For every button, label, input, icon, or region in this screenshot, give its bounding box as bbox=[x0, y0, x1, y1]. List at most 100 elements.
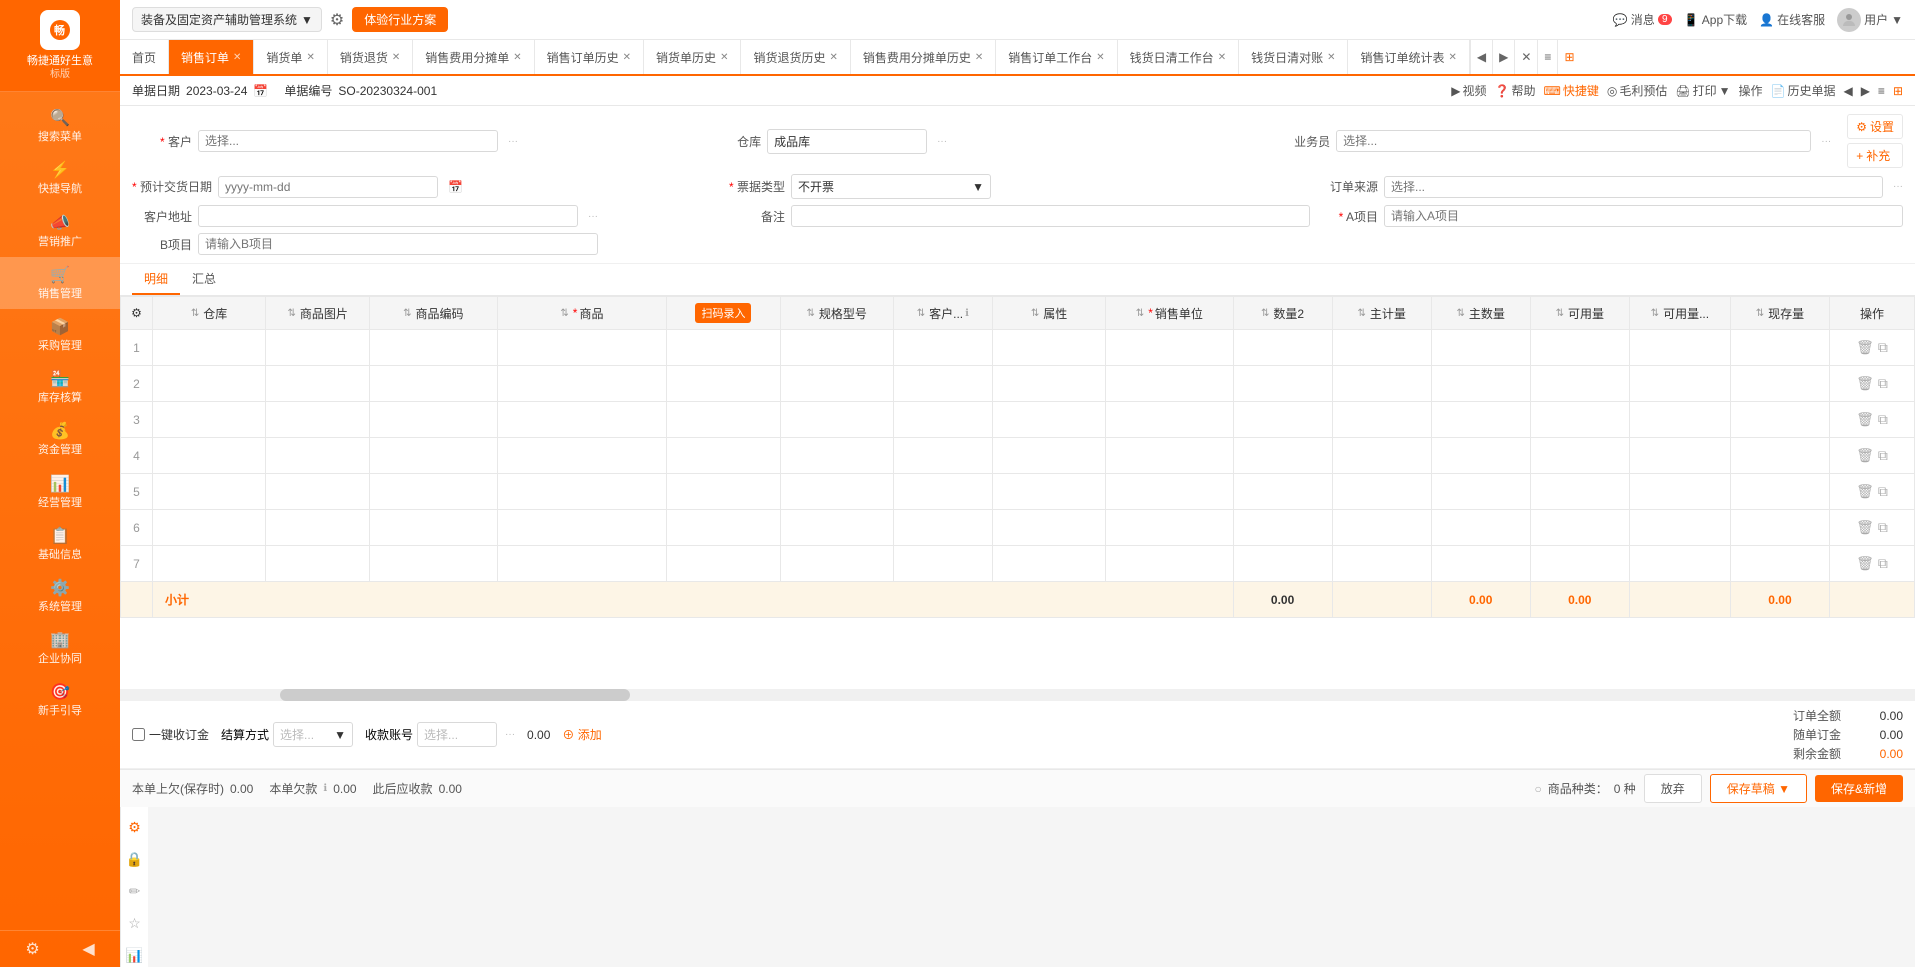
col-sales-unit[interactable]: ⇅ *销售单位 bbox=[1106, 297, 1233, 330]
copy-icon[interactable]: ⧉ bbox=[1878, 519, 1888, 536]
sidebar-item-finance[interactable]: 💰 资金管理 bbox=[0, 413, 120, 465]
tab-cash-workbench[interactable]: 钱货日清工作台 ✕ bbox=[1118, 40, 1239, 74]
scan-input-button[interactable]: 扫码录入 bbox=[695, 303, 751, 323]
tab-sales-stats[interactable]: 销售订单统计表 ✕ bbox=[1348, 40, 1469, 74]
tab-close-fee-history[interactable]: ✕ bbox=[975, 52, 983, 63]
warehouse-more-icon[interactable]: ··· bbox=[937, 136, 947, 147]
help-button[interactable]: ❓ 帮助 bbox=[1495, 82, 1536, 99]
tab-order-history[interactable]: 销售订单历史 ✕ bbox=[535, 40, 644, 74]
online-service-button[interactable]: 👤 在线客服 bbox=[1759, 11, 1825, 28]
tab-close-sales-refund[interactable]: ✕ bbox=[392, 52, 400, 63]
view-video-button[interactable]: ▶ 视频 bbox=[1451, 82, 1486, 99]
sidebar-item-purchase[interactable]: 📦 采购管理 bbox=[0, 309, 120, 361]
col-warehouse[interactable]: ⇅ 仓库 bbox=[153, 297, 266, 330]
customer-more-icon[interactable]: ··· bbox=[508, 136, 518, 147]
row-1-sales-unit[interactable] bbox=[1106, 330, 1233, 366]
delete-icon[interactable]: 🗑 bbox=[1856, 555, 1874, 572]
tab-next-button[interactable]: ▶ bbox=[1492, 40, 1514, 74]
toolbar-nav-prev[interactable]: ◀ bbox=[1843, 84, 1852, 98]
sidebar-item-guide[interactable]: 🎯 新手引导 bbox=[0, 674, 120, 726]
a-project-input[interactable] bbox=[1384, 205, 1903, 227]
sidebar-item-operation[interactable]: 📊 经营管理 bbox=[0, 466, 120, 518]
ops-button[interactable]: 操作 bbox=[1738, 82, 1762, 99]
save-new-button[interactable]: 保存&新增 bbox=[1815, 775, 1903, 802]
tab-close-sales-fee[interactable]: ✕ bbox=[513, 52, 521, 63]
bank-more-icon[interactable]: ··· bbox=[505, 729, 515, 740]
right-panel-icon-3[interactable]: ✏ bbox=[123, 879, 147, 903]
col-customer-field[interactable]: ⇅ 客户... ℹ bbox=[893, 297, 992, 330]
tab-return-history[interactable]: 销货单历史 ✕ bbox=[644, 40, 741, 74]
warehouse-value[interactable]: 成品库 bbox=[767, 129, 927, 154]
row-1-spec[interactable] bbox=[780, 330, 893, 366]
sidebar-item-quick-nav[interactable]: ⚡ 快捷导航 bbox=[0, 152, 120, 204]
user-menu[interactable]: 用户 ▼ bbox=[1837, 8, 1903, 32]
delete-icon[interactable]: 🗑 bbox=[1856, 411, 1874, 428]
row-2-attribute[interactable] bbox=[992, 366, 1105, 402]
delete-icon[interactable]: 🗑 bbox=[1856, 483, 1874, 500]
print-button[interactable]: 🖨 打印 ▼ bbox=[1675, 82, 1730, 99]
right-panel-icon-4[interactable]: ☆ bbox=[123, 911, 147, 935]
invoice-type-select[interactable]: 不开票 ▼ bbox=[791, 174, 991, 199]
delete-icon[interactable]: 🗑 bbox=[1856, 375, 1874, 392]
tab-menu-button[interactable]: ≡ bbox=[1537, 40, 1557, 74]
col-quantity2[interactable]: ⇅ 数量2 bbox=[1233, 297, 1332, 330]
row-2-main-quantity[interactable] bbox=[1431, 366, 1530, 402]
right-panel-icon-1[interactable]: ⚙ bbox=[123, 815, 147, 839]
calendar-icon[interactable]: 📅 bbox=[253, 84, 268, 98]
row-2-warehouse[interactable] bbox=[153, 366, 266, 402]
profit-button[interactable]: ◎ 毛利预估 bbox=[1607, 82, 1668, 99]
copy-icon[interactable]: ⧉ bbox=[1878, 483, 1888, 500]
app-selector[interactable]: 装备及固定资产辅助管理系统 ▼ bbox=[132, 7, 322, 32]
row-1-attribute[interactable] bbox=[992, 330, 1105, 366]
tab-close-sales-return[interactable]: ✕ bbox=[306, 52, 314, 63]
customer-input[interactable] bbox=[198, 130, 498, 152]
copy-icon[interactable]: ⧉ bbox=[1878, 339, 1888, 356]
row-1-warehouse[interactable] bbox=[153, 330, 266, 366]
payment-method-select[interactable]: 选择... ▼ bbox=[273, 722, 353, 747]
tab-close-sales-order[interactable]: ✕ bbox=[233, 52, 241, 63]
order-source-input[interactable] bbox=[1384, 176, 1883, 198]
row-1-quantity2[interactable] bbox=[1233, 330, 1332, 366]
address-more-icon[interactable]: ··· bbox=[588, 211, 598, 222]
row-1-main-quantity[interactable] bbox=[1431, 330, 1530, 366]
copy-icon[interactable]: ⧉ bbox=[1878, 447, 1888, 464]
salesperson-input[interactable] bbox=[1336, 130, 1811, 152]
row-2-spec[interactable] bbox=[780, 366, 893, 402]
remarks-input[interactable] bbox=[791, 205, 1310, 227]
app-download-button[interactable]: 📱 App下载 bbox=[1684, 11, 1747, 28]
sidebar-item-system[interactable]: ⚙️ 系统管理 bbox=[0, 570, 120, 622]
settings-button[interactable]: ⚙ 设置 bbox=[1847, 114, 1903, 139]
delete-icon[interactable]: 🗑 bbox=[1856, 339, 1874, 356]
col-current-stock[interactable]: ⇅ 现存量 bbox=[1730, 297, 1829, 330]
sidebar-item-enterprise[interactable]: 🏢 企业协同 bbox=[0, 622, 120, 674]
toolbar-nav-next[interactable]: ▶ bbox=[1861, 84, 1870, 98]
sidebar-item-marketing[interactable]: 📣 营销推广 bbox=[0, 205, 120, 257]
toolbar-layout-grid[interactable]: ⊞ bbox=[1893, 84, 1903, 98]
row-2-product[interactable] bbox=[497, 366, 667, 402]
delivery-date-input[interactable] bbox=[218, 176, 438, 198]
col-main-unit[interactable]: ⇅ 主计量 bbox=[1332, 297, 1431, 330]
col-available[interactable]: ⇅ 可用量 bbox=[1530, 297, 1629, 330]
save-draft-button[interactable]: 保存草稿 ▼ bbox=[1710, 774, 1807, 803]
col-main-quantity[interactable]: ⇅ 主数量 bbox=[1431, 297, 1530, 330]
col-product[interactable]: ⇅ *商品 bbox=[497, 297, 667, 330]
history-button[interactable]: 📄 历史单据 bbox=[1770, 82, 1835, 99]
sub-tab-detail[interactable]: 明细 bbox=[132, 264, 180, 295]
tab-home[interactable]: 首页 bbox=[120, 40, 169, 74]
row-2-sales-unit[interactable] bbox=[1106, 366, 1233, 402]
tab-order-workbench[interactable]: 销售订单工作台 ✕ bbox=[996, 40, 1117, 74]
row-1-customer-field[interactable] bbox=[893, 330, 992, 366]
sidebar-item-search[interactable]: 🔍 搜索菜单 bbox=[0, 100, 120, 152]
delivery-calendar-icon[interactable]: 📅 bbox=[448, 180, 463, 194]
discard-button[interactable]: 放弃 bbox=[1644, 774, 1702, 803]
tab-close-all-button[interactable]: ✕ bbox=[1514, 40, 1537, 74]
row-2-quantity2[interactable] bbox=[1233, 366, 1332, 402]
delete-icon[interactable]: 🗑 bbox=[1856, 519, 1874, 536]
row-2-customer-field[interactable] bbox=[893, 366, 992, 402]
tab-cash-account[interactable]: 钱货日清对账 ✕ bbox=[1239, 40, 1348, 74]
tab-sales-refund[interactable]: 销货退货 ✕ bbox=[328, 40, 413, 74]
tab-expand-button[interactable]: ⊞ bbox=[1557, 40, 1580, 74]
copy-icon[interactable]: ⧉ bbox=[1878, 555, 1888, 572]
addon-button[interactable]: + 补充 bbox=[1847, 143, 1903, 168]
bank-account-select[interactable]: 选择... bbox=[417, 722, 497, 747]
